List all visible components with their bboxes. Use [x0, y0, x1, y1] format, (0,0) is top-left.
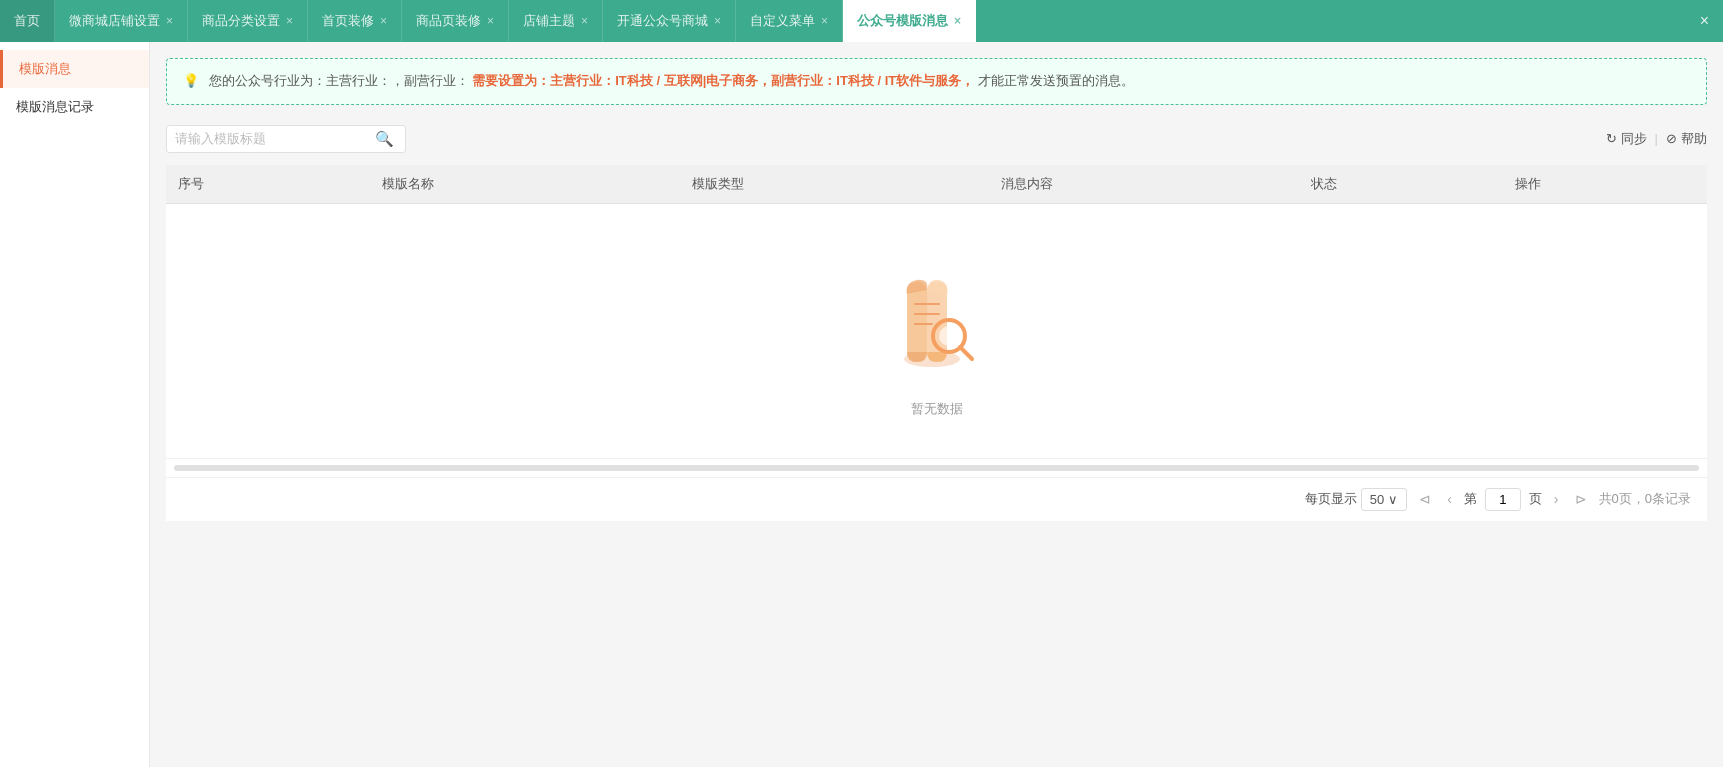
scrollbar-row: [166, 458, 1707, 477]
tab-label-open-mall: 开通公众号商城: [617, 12, 708, 30]
dropdown-icon: ∨: [1388, 492, 1398, 507]
tab-label-store-theme: 店铺主题: [523, 12, 575, 30]
page-unit-label: 页: [1529, 490, 1542, 508]
content-area: 💡 您的公众号行业为：主营行业：，副营行业： 需要设置为：主营行业：IT科技 /…: [150, 42, 1723, 767]
tab-bar: 首页微商城店铺设置×商品分类设置×首页装修×商品页装修×店铺主题×开通公众号商城…: [0, 0, 1723, 42]
empty-text: 暂无数据: [911, 400, 963, 418]
table-wrapper: 序号模版名称模版类型消息内容状态操作: [166, 165, 1707, 521]
notice-box: 💡 您的公众号行业为：主营行业：，副营行业： 需要设置为：主营行业：IT科技 /…: [166, 58, 1707, 105]
tab-label-home-decor: 首页装修: [322, 12, 374, 30]
search-button[interactable]: 🔍: [375, 130, 394, 148]
page-input[interactable]: [1485, 488, 1521, 511]
notice-highlight: 需要设置为：主营行业：IT科技 / 互联网|电子商务，副营行业：IT科技 / I…: [472, 73, 974, 88]
sidebar-item-template-record[interactable]: 模版消息记录: [0, 88, 149, 126]
scrollbar-track[interactable]: [174, 465, 1699, 471]
search-bar: 🔍 ↻ 同步 | ⊘ 帮助: [166, 125, 1707, 153]
page-next-button[interactable]: ›: [1550, 489, 1563, 509]
sync-icon: ↻: [1606, 131, 1617, 146]
sidebar-item-template-message[interactable]: 模版消息: [0, 50, 149, 88]
page-size-select: 每页显示 50 ∨: [1305, 488, 1407, 511]
toolbar-right: ↻ 同步 | ⊘ 帮助: [1606, 130, 1707, 148]
col-header-content: 消息内容: [989, 165, 1299, 204]
tab-close-template-msg[interactable]: ×: [954, 14, 961, 28]
tab-home[interactable]: 首页: [0, 0, 55, 42]
page-first-button[interactable]: ⊲: [1415, 489, 1435, 509]
search-input[interactable]: [175, 131, 375, 146]
svg-line-6: [960, 347, 972, 359]
search-input-wrap: 🔍: [166, 125, 406, 153]
tab-wechat-store[interactable]: 微商城店铺设置 ×: [55, 0, 188, 42]
page-label: 第: [1464, 490, 1477, 508]
sidebar: 模版消息模版消息记录: [0, 42, 150, 767]
tab-close-product-category[interactable]: ×: [286, 14, 293, 28]
divider: |: [1655, 131, 1658, 146]
tab-close-home-decor[interactable]: ×: [380, 14, 387, 28]
tab-label-template-msg: 公众号模版消息: [857, 12, 948, 30]
tab-store-theme[interactable]: 店铺主题 ×: [509, 0, 603, 42]
col-header-action: 操作: [1503, 165, 1707, 204]
notice-icon: 💡: [183, 73, 199, 88]
page-last-button[interactable]: ⊳: [1571, 489, 1591, 509]
help-icon: ⊘: [1666, 131, 1677, 146]
sync-button[interactable]: ↻ 同步: [1606, 130, 1647, 148]
col-header-seq: 序号: [166, 165, 370, 204]
tab-template-msg[interactable]: 公众号模版消息 ×: [843, 0, 976, 42]
page-total: 共0页，0条记录: [1599, 490, 1691, 508]
sync-label: 同步: [1621, 130, 1647, 148]
page-prev-button[interactable]: ‹: [1443, 489, 1456, 509]
tab-open-mall[interactable]: 开通公众号商城 ×: [603, 0, 736, 42]
empty-illustration: [877, 264, 997, 384]
tab-label-product-category: 商品分类设置: [202, 12, 280, 30]
tab-close-custom-menu[interactable]: ×: [821, 14, 828, 28]
help-label: 帮助: [1681, 130, 1707, 148]
notice-suffix: 才能正常发送预置的消息。: [978, 73, 1134, 88]
col-header-name: 模版名称: [370, 165, 680, 204]
close-all-button[interactable]: ×: [1686, 12, 1723, 30]
main-layout: 模版消息模版消息记录 💡 您的公众号行业为：主营行业：，副营行业： 需要设置为：…: [0, 42, 1723, 767]
page-size-dropdown[interactable]: 50 ∨: [1361, 488, 1407, 511]
tab-custom-menu[interactable]: 自定义菜单 ×: [736, 0, 843, 42]
data-table: 序号模版名称模版类型消息内容状态操作: [166, 165, 1707, 204]
col-header-type: 模版类型: [680, 165, 990, 204]
svg-point-5: [939, 326, 959, 346]
pagination: 每页显示 50 ∨ ⊲ ‹ 第 页 › ⊳ 共0页，0条记录: [166, 477, 1707, 521]
notice-prefix: 您的公众号行业为：主营行业：，副营行业：: [209, 73, 469, 88]
tab-close-store-theme[interactable]: ×: [581, 14, 588, 28]
tab-product-category[interactable]: 商品分类设置 ×: [188, 0, 308, 42]
tab-label-custom-menu: 自定义菜单: [750, 12, 815, 30]
empty-state: 暂无数据: [166, 204, 1707, 458]
help-button[interactable]: ⊘ 帮助: [1666, 130, 1707, 148]
tab-label-product-decor: 商品页装修: [416, 12, 481, 30]
tab-home-decor[interactable]: 首页装修 ×: [308, 0, 402, 42]
tab-product-decor[interactable]: 商品页装修 ×: [402, 0, 509, 42]
tab-close-wechat-store[interactable]: ×: [166, 14, 173, 28]
col-header-status: 状态: [1299, 165, 1503, 204]
tab-label-home: 首页: [14, 12, 40, 30]
tab-close-open-mall[interactable]: ×: [714, 14, 721, 28]
tab-close-product-decor[interactable]: ×: [487, 14, 494, 28]
page-size-label: 每页显示: [1305, 490, 1357, 508]
tab-label-wechat-store: 微商城店铺设置: [69, 12, 160, 30]
page-size-value: 50: [1370, 492, 1384, 507]
